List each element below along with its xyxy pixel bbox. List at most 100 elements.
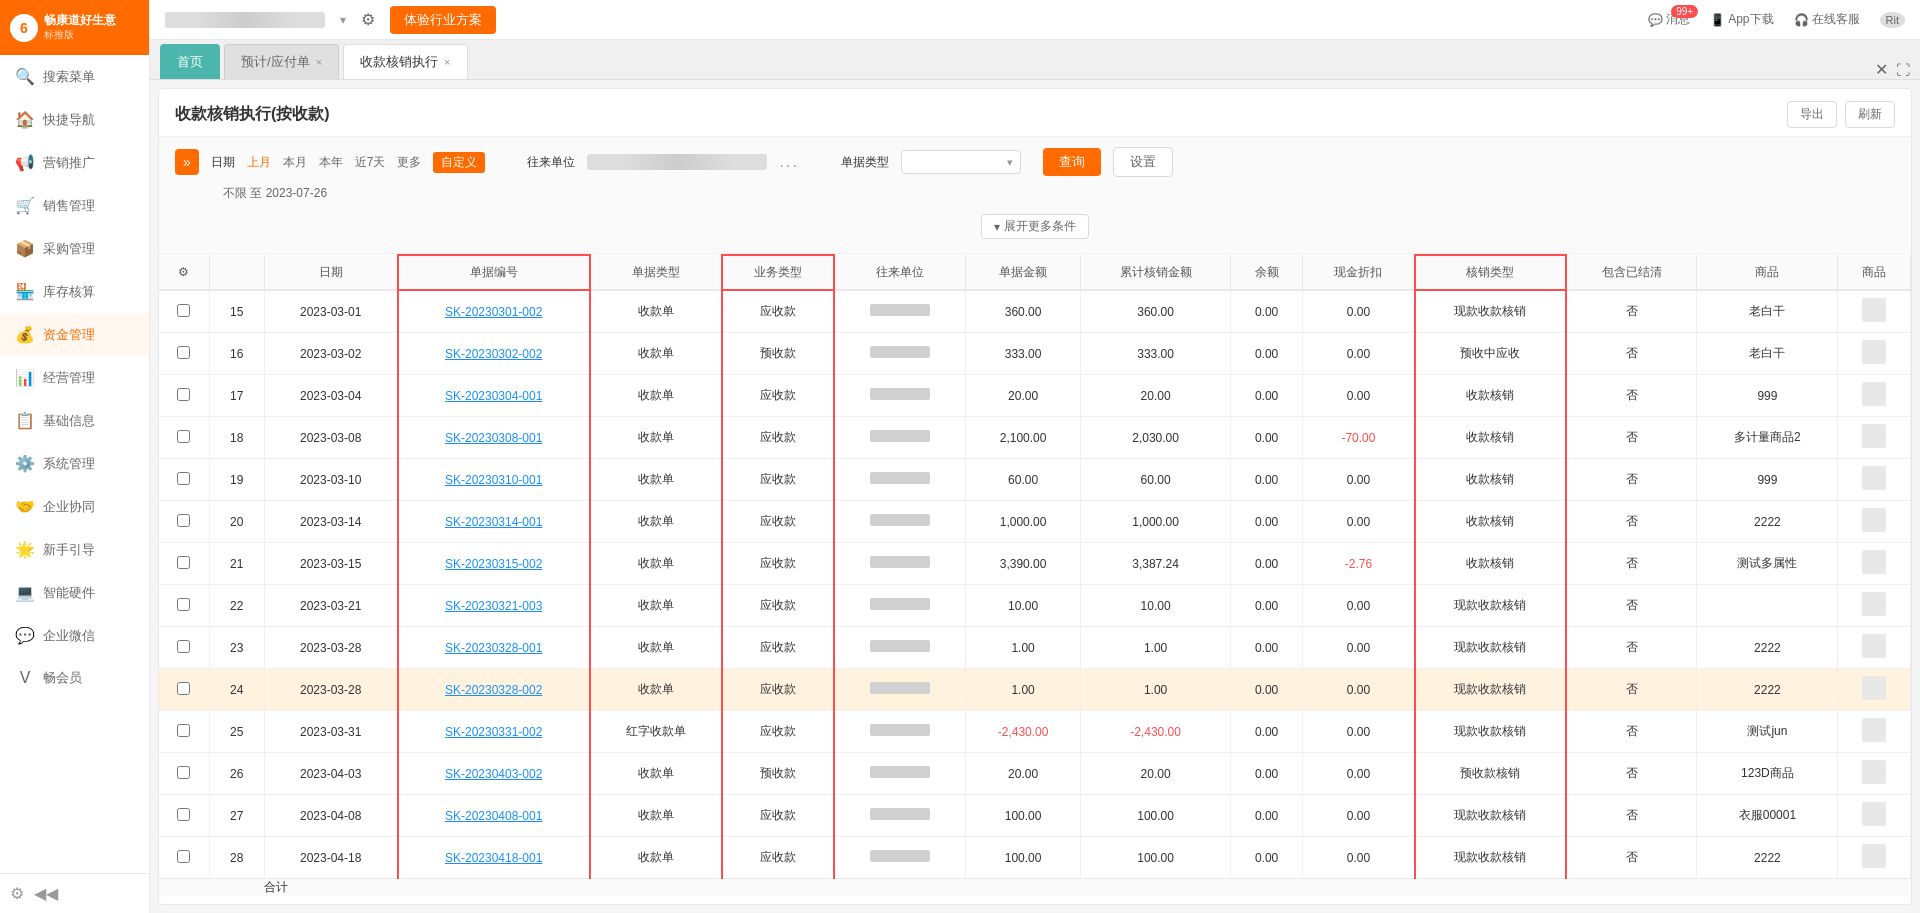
- row-checkbox-cell[interactable]: [159, 669, 209, 711]
- industry-solution-button[interactable]: 体验行业方案: [390, 6, 496, 34]
- sidebar-item-enterprise[interactable]: 🤝 企业协同: [0, 485, 149, 528]
- last7-filter[interactable]: 近7天: [355, 154, 386, 171]
- row-checkbox[interactable]: [177, 598, 190, 611]
- sidebar-item-quick-nav[interactable]: 🏠 快捷导航: [0, 98, 149, 141]
- row-checkbox-cell[interactable]: [159, 459, 209, 501]
- row-checkbox[interactable]: [177, 556, 190, 569]
- close-all-tabs-icon[interactable]: ✕: [1875, 60, 1888, 79]
- refresh-button[interactable]: 刷新: [1845, 101, 1895, 128]
- row-docno-cell[interactable]: SK-20230328-002: [398, 669, 590, 711]
- row-docno-cell[interactable]: SK-20230304-001: [398, 375, 590, 417]
- row-docno-cell[interactable]: SK-20230403-002: [398, 753, 590, 795]
- last-month-filter[interactable]: 上月: [247, 154, 271, 171]
- sidebar-item-operation[interactable]: 📊 经营管理: [0, 356, 149, 399]
- row-checkbox[interactable]: [177, 808, 190, 821]
- row-docno-cell[interactable]: SK-20230321-003: [398, 585, 590, 627]
- row-checkbox[interactable]: [177, 388, 190, 401]
- row-checkbox[interactable]: [177, 304, 190, 317]
- doc-type-select[interactable]: [901, 150, 1021, 174]
- col-date-header[interactable]: 日期: [264, 255, 397, 290]
- sidebar-item-wechat[interactable]: 💬 企业微信: [0, 614, 149, 657]
- col-includesettled-header[interactable]: 包含已结清: [1566, 255, 1697, 290]
- topbar-chevron-icon[interactable]: ▾: [340, 13, 346, 27]
- row-checkbox-cell[interactable]: [159, 711, 209, 753]
- settings-icon[interactable]: ⚙: [10, 884, 24, 903]
- row-checkbox-cell[interactable]: [159, 290, 209, 333]
- online-service-link[interactable]: 🎧 在线客服: [1794, 11, 1860, 28]
- col-canceltype-header[interactable]: 核销类型: [1415, 255, 1566, 290]
- row-docno-cell[interactable]: SK-20230315-002: [398, 543, 590, 585]
- export-button[interactable]: 导出: [1787, 101, 1837, 128]
- row-checkbox-cell[interactable]: [159, 795, 209, 837]
- col-docno-header[interactable]: 单据编号: [398, 255, 590, 290]
- row-docno-cell[interactable]: SK-20230408-001: [398, 795, 590, 837]
- col-cancelamount-header[interactable]: 累计核销金额: [1081, 255, 1231, 290]
- row-docno-cell[interactable]: SK-20230328-001: [398, 627, 590, 669]
- row-checkbox-cell[interactable]: [159, 543, 209, 585]
- expand-more-button[interactable]: ▾ 展开更多条件: [981, 214, 1089, 239]
- maximize-icon[interactable]: ⛶: [1896, 62, 1910, 78]
- row-checkbox[interactable]: [177, 430, 190, 443]
- row-checkbox[interactable]: [177, 766, 190, 779]
- row-checkbox[interactable]: [177, 724, 190, 737]
- row-checkbox-cell[interactable]: [159, 837, 209, 879]
- row-docno-cell[interactable]: SK-20230314-001: [398, 501, 590, 543]
- row-checkbox-cell[interactable]: [159, 417, 209, 459]
- row-docno-cell[interactable]: SK-20230308-001: [398, 417, 590, 459]
- partner-input[interactable]: [587, 154, 767, 170]
- col-biztype-header[interactable]: 业务类型: [722, 255, 835, 290]
- row-docno-cell[interactable]: SK-20230418-001: [398, 837, 590, 879]
- row-checkbox[interactable]: [177, 682, 190, 695]
- row-docno-cell[interactable]: SK-20230302-002: [398, 333, 590, 375]
- col-amount-header[interactable]: 单据金额: [965, 255, 1080, 290]
- row-checkbox[interactable]: [177, 472, 190, 485]
- row-checkbox-cell[interactable]: [159, 627, 209, 669]
- col-partner-header[interactable]: 往来单位: [834, 255, 965, 290]
- row-checkbox-cell[interactable]: [159, 501, 209, 543]
- row-docno-cell[interactable]: SK-20230310-001: [398, 459, 590, 501]
- user-avatar[interactable]: Rit: [1880, 12, 1905, 28]
- row-docno-cell[interactable]: SK-20230301-002: [398, 290, 590, 333]
- app-download-link[interactable]: 📱 App下载: [1710, 11, 1773, 28]
- tab-receipt-cancel-close-icon[interactable]: ×: [444, 56, 450, 68]
- col-cashdiscount-header[interactable]: 现金折扣: [1303, 255, 1415, 290]
- col-doctype-header[interactable]: 单据类型: [590, 255, 722, 290]
- this-month-filter[interactable]: 本月: [283, 154, 307, 171]
- tab-receipt-cancel[interactable]: 收款核销执行 ×: [343, 44, 467, 79]
- sidebar-item-capital[interactable]: 💰 资金管理: [0, 313, 149, 356]
- row-checkbox-cell[interactable]: [159, 585, 209, 627]
- sidebar-item-guide[interactable]: 🌟 新手引导: [0, 528, 149, 571]
- setting-button[interactable]: 设置: [1113, 147, 1173, 177]
- row-checkbox[interactable]: [177, 514, 190, 527]
- row-checkbox-cell[interactable]: [159, 375, 209, 417]
- collapse-icon[interactable]: ◀◀: [34, 884, 58, 903]
- col-balance-header[interactable]: 余额: [1230, 255, 1302, 290]
- sidebar-item-member[interactable]: V 畅会员: [0, 657, 149, 699]
- sidebar-item-inventory[interactable]: 🏪 库存核算: [0, 270, 149, 313]
- sidebar-item-marketing[interactable]: 📢 营销推广: [0, 141, 149, 184]
- sidebar-item-purchase[interactable]: 📦 采购管理: [0, 227, 149, 270]
- row-checkbox-cell[interactable]: [159, 333, 209, 375]
- tab-payable-close-icon[interactable]: ×: [316, 56, 322, 68]
- row-checkbox[interactable]: [177, 346, 190, 359]
- query-button[interactable]: 查询: [1043, 148, 1101, 176]
- filter-toggle-button[interactable]: »: [175, 149, 199, 175]
- row-checkbox[interactable]: [177, 640, 190, 653]
- messages-badge[interactable]: 💬 消息 99+: [1648, 11, 1690, 28]
- row-docno-cell[interactable]: SK-20230331-002: [398, 711, 590, 753]
- custom-filter[interactable]: 自定义: [433, 152, 485, 173]
- sidebar-item-sales[interactable]: 🛒 销售管理: [0, 184, 149, 227]
- row-checkbox-cell[interactable]: [159, 753, 209, 795]
- sidebar-item-hardware[interactable]: 💻 智能硬件: [0, 571, 149, 614]
- col-goods-header[interactable]: 商品: [1697, 255, 1838, 290]
- sidebar-item-basic[interactable]: 📋 基础信息: [0, 399, 149, 442]
- col-settings-header[interactable]: ⚙: [159, 255, 209, 290]
- col-goods2-header[interactable]: 商品: [1838, 255, 1911, 290]
- tab-payable[interactable]: 预计/应付单 ×: [224, 44, 339, 79]
- topbar-gear-icon[interactable]: ⚙: [361, 10, 375, 29]
- more-filter[interactable]: 更多: [397, 154, 421, 171]
- row-checkbox[interactable]: [177, 850, 190, 863]
- sidebar-item-search-menu[interactable]: 🔍 搜索菜单: [0, 55, 149, 98]
- tab-home[interactable]: 首页: [160, 44, 220, 79]
- this-year-filter[interactable]: 本年: [319, 154, 343, 171]
